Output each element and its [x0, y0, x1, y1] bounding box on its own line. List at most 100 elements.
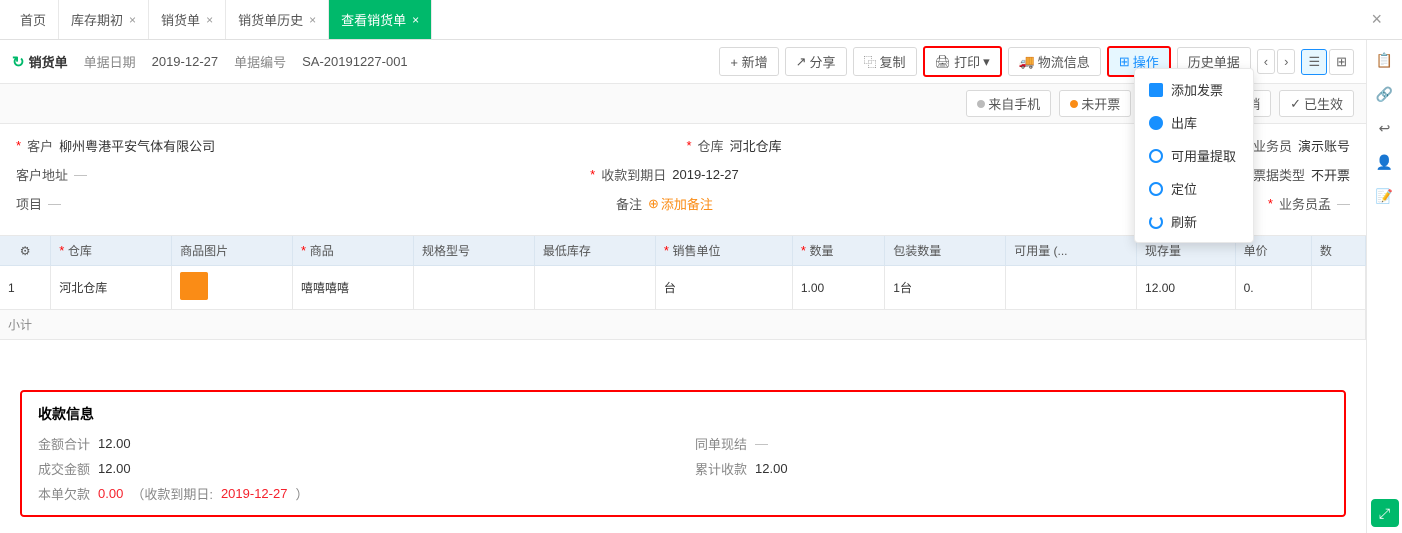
col-img: 商品图片 [172, 236, 293, 266]
bottom-area: 收款信息 金额合计 12.00 同单现结 — 成交金额 12.00 [0, 374, 1366, 533]
print-button[interactable]: 🖨 打印 ▾ [923, 46, 1002, 77]
row-spec [413, 266, 534, 310]
row-warehouse: 河北仓库 [51, 266, 172, 310]
menu-locate[interactable]: 定位 [1135, 172, 1253, 205]
project-label: 项目 [16, 194, 42, 213]
tab-sales-history-close[interactable]: × [309, 13, 316, 27]
payment-date-label: 收款到期日 [601, 165, 666, 184]
sales-emp-value[interactable]: — [1337, 196, 1350, 211]
menu-add-invoice[interactable]: 添加发票 [1135, 73, 1253, 106]
prev-button[interactable]: ‹ [1257, 49, 1275, 74]
copy-button[interactable]: ⿻ 复制 [853, 47, 917, 76]
tab-home[interactable]: 首页 [8, 0, 59, 39]
number-label: 单据编号 [234, 52, 286, 71]
not-open-button[interactable]: 未开票 [1059, 90, 1131, 117]
effective-check-icon: ✓ [1290, 96, 1301, 112]
sales-emp-required: * [1268, 196, 1273, 211]
sidebar-expand-icon[interactable]: ⤢ [1371, 499, 1399, 527]
logistics-button[interactable]: 🚚 物流信息 [1008, 47, 1101, 76]
toolbar-actions: + 新增 ↗ 分享 ⿻ 复制 🖨 打印 ▾ 🚚 物流信息 [719, 46, 1354, 77]
customer-value[interactable]: 柳州粤港平安气体有限公司 [59, 136, 215, 155]
tab-bar-close-button[interactable]: × [1359, 9, 1394, 30]
due-note: （收款到期日: [131, 484, 213, 503]
product-image [180, 272, 208, 300]
menu-outbound[interactable]: 出库 [1135, 106, 1253, 139]
cumulative-value: 12.00 [755, 461, 788, 476]
number-value: SA-20191227-001 [302, 54, 408, 69]
new-button[interactable]: + 新增 [719, 47, 778, 76]
col-product: * 商品 [293, 236, 414, 266]
employee-value: 演示账号 [1298, 136, 1350, 155]
next-button[interactable]: › [1277, 49, 1295, 74]
tab-inventory-open-close[interactable]: × [129, 13, 136, 27]
sidebar-note-icon[interactable]: 📝 [1371, 182, 1399, 210]
project-value[interactable]: — [48, 196, 61, 211]
project-field: 项目 — [16, 194, 61, 213]
tab-sales-order-close[interactable]: × [206, 13, 213, 27]
menu-available-qty[interactable]: 可用量提取 [1135, 139, 1253, 172]
tab-inventory-open[interactable]: 库存期初 × [59, 0, 149, 39]
nav-arrows: ‹ › [1257, 49, 1296, 74]
copy-icon: ⿻ [864, 52, 877, 71]
share-button[interactable]: ↗ 分享 [785, 47, 847, 76]
due-label: 本单欠款 [38, 484, 90, 503]
right-sidebar: 📋 🔗 ↩ 👤 📝 ⤢ [1366, 40, 1402, 533]
menu-refresh[interactable]: 刷新 [1135, 205, 1253, 238]
operations-dropdown: 添加发票 出库 可用量提取 定位 刷新 [1134, 68, 1254, 243]
employee-label: 业务员 [1253, 136, 1292, 155]
effective-button[interactable]: ✓ 已生效 [1279, 90, 1354, 117]
col-amount: 数 [1311, 236, 1365, 266]
address-value[interactable]: — [74, 167, 87, 182]
plus-icon: ⊕ [648, 196, 659, 212]
subtotal-label: 小计 [0, 310, 1366, 340]
sidebar-link-icon[interactable]: 🔗 [1371, 80, 1399, 108]
payment-date-field: * 收款到期日 2019-12-27 [590, 165, 739, 184]
row-stock: 12.00 [1137, 266, 1236, 310]
col-warehouse: * 仓库 [51, 236, 172, 266]
date-label: 单据日期 [84, 52, 136, 71]
share-icon: ↗ [796, 54, 807, 70]
tab-sales-history[interactable]: 销货单历史 × [226, 0, 329, 39]
row-qty: 1.00 [792, 266, 884, 310]
grid-icon: ⊞ [1119, 54, 1130, 70]
ticket-type-label: 票据类型 [1253, 165, 1305, 184]
sidebar-user-icon[interactable]: 👤 [1371, 148, 1399, 176]
add-remark-button[interactable]: ⊕ 添加备注 [648, 194, 713, 213]
due-date: 2019-12-27 [221, 486, 288, 501]
amount-label: 金额合计 [38, 434, 90, 453]
doc-type-badge: ↻ 销货单 [12, 52, 68, 71]
col-settings[interactable]: ⚙ [0, 236, 51, 266]
col-unit: * 销售单位 [655, 236, 792, 266]
cumulative-label: 累计收款 [695, 459, 747, 478]
warehouse-field: * 仓库 河北仓库 [686, 136, 781, 155]
row-price: 0. [1235, 266, 1311, 310]
not-open-dot [1070, 100, 1078, 108]
address-field: 客户地址 — [16, 165, 87, 184]
col-available: 可用量 (... [1006, 236, 1137, 266]
doc-meta: 单据日期 2019-12-27 单据编号 SA-20191227-001 [84, 52, 408, 71]
print-icon: 🖨 [935, 54, 952, 70]
payment-info-title: 收款信息 [38, 404, 1328, 424]
sidebar-doc-icon[interactable]: 📋 [1371, 46, 1399, 74]
grid-view-button[interactable]: ⊞ [1329, 49, 1354, 75]
tab-view-sales[interactable]: 查看销货单 × [329, 0, 432, 39]
col-qty: * 数量 [792, 236, 884, 266]
amount-value: 12.00 [98, 436, 131, 451]
tab-sales-order[interactable]: 销货单 × [149, 0, 226, 39]
sidebar-return-icon[interactable]: ↩ [1371, 114, 1399, 142]
tab-view-sales-close[interactable]: × [412, 13, 419, 27]
address-label: 客户地址 [16, 165, 68, 184]
row-unit: 台 [655, 266, 792, 310]
payment-date-value[interactable]: 2019-12-27 [672, 167, 739, 182]
ticket-type-value[interactable]: 不开票 [1311, 165, 1350, 184]
col-pkg-qty: 包装数量 [885, 236, 1006, 266]
table-row: 1 河北仓库 嘻嘻嘻嘻 台 1.00 1台 12.00 0. [0, 266, 1366, 310]
warehouse-value[interactable]: 河北仓库 [730, 136, 782, 155]
row-min-stock [534, 266, 655, 310]
payment-info-grid: 金额合计 12.00 同单现结 — 成交金额 12.00 累计收款 12.00 [38, 434, 1328, 503]
doc-type-label: 销货单 [29, 52, 68, 71]
list-view-button[interactable]: ☰ [1301, 49, 1327, 75]
same-order-value: — [755, 436, 768, 451]
tab-bar: 首页 库存期初 × 销货单 × 销货单历史 × 查看销货单 × × [0, 0, 1402, 40]
from-phone-button[interactable]: 来自手机 [966, 90, 1051, 117]
